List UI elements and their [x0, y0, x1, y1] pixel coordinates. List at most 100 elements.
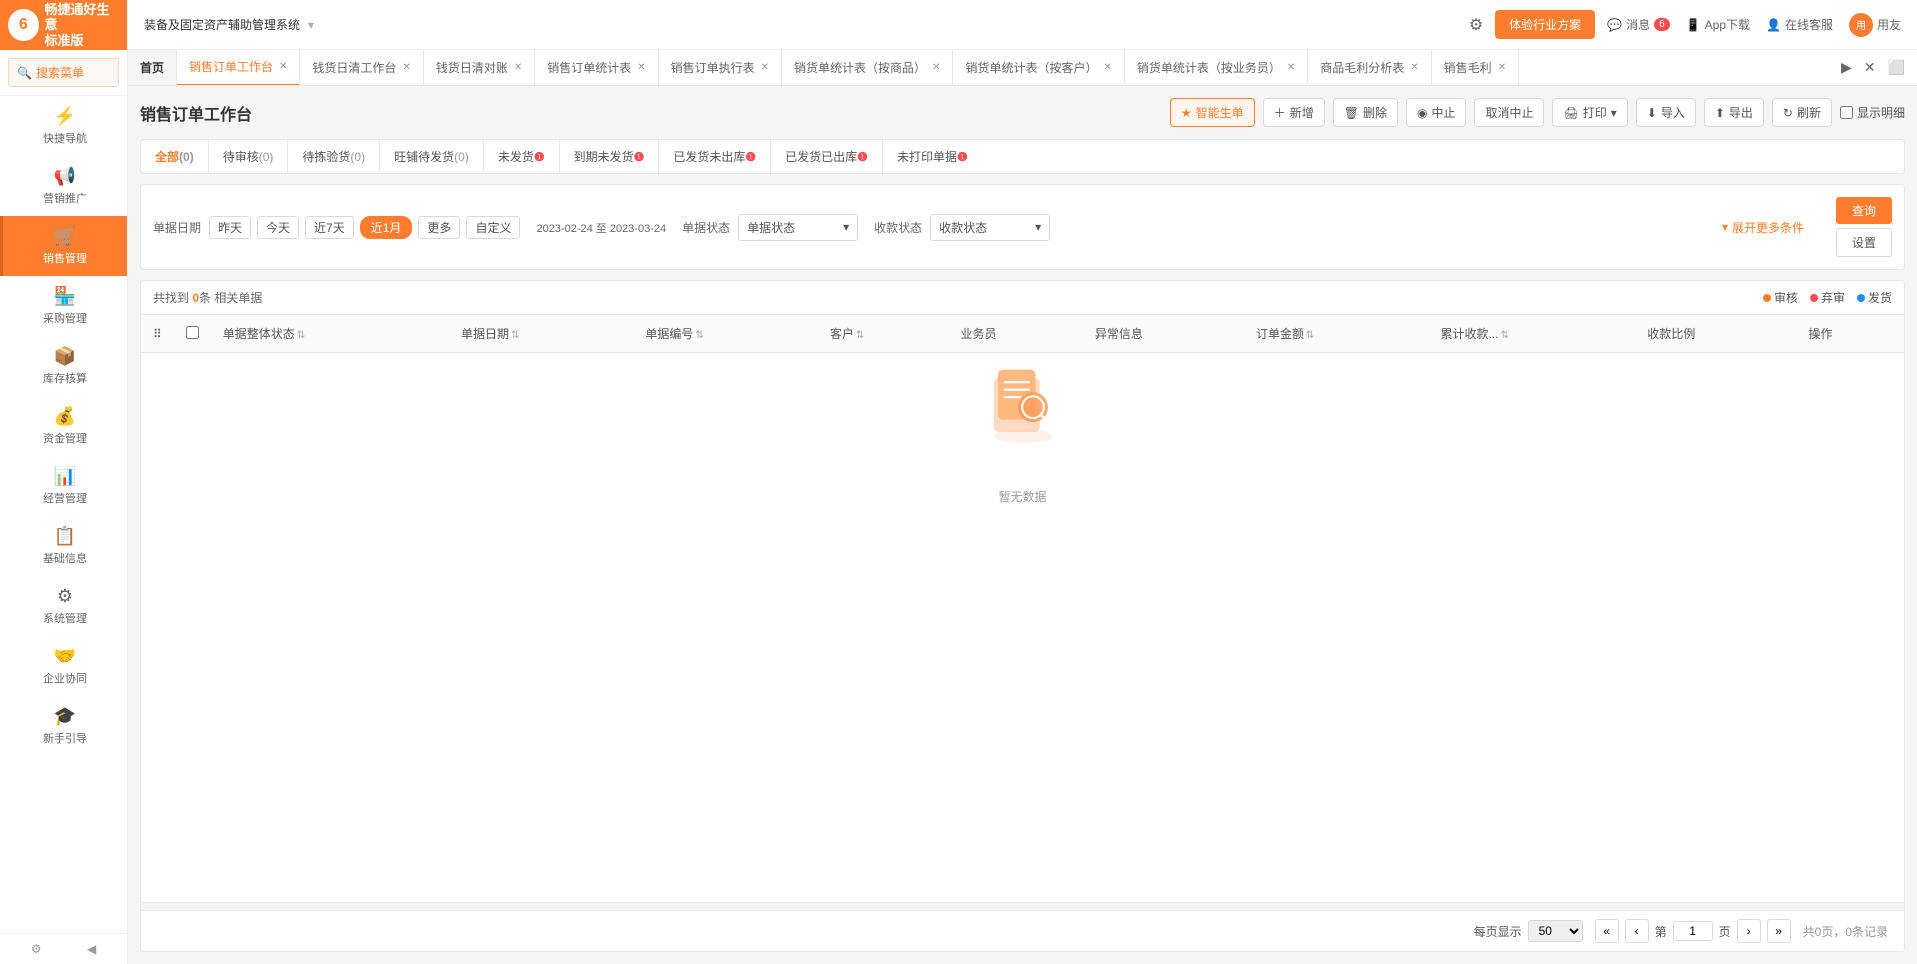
tab-product-margin[interactable]: 商品毛利分析表 ✕ [1308, 50, 1431, 86]
setting-button[interactable]: 设置 [1836, 228, 1892, 257]
tab-sales-by-staff[interactable]: 销货单统计表（按业务员） ✕ [1125, 50, 1308, 86]
cancel-review-op[interactable]: 弃审 [1810, 289, 1845, 306]
tab-cash-reconcile[interactable]: 钱货日清对账 ✕ [424, 50, 535, 86]
sidebar-item-quick-nav[interactable]: ⚡ 快捷导航 [0, 96, 127, 156]
app-download-item[interactable]: 📱 App下载 [1686, 16, 1750, 33]
col-collected[interactable]: 累计收款...⇅ [1428, 315, 1635, 353]
col-staff[interactable]: 业务员 [949, 315, 1083, 353]
sub-tab-overdue[interactable]: 到期未发货❶ [560, 140, 660, 173]
close-tab-cash-reconcile[interactable]: ✕ [514, 62, 522, 73]
export-button[interactable]: ⬆ 导出 [1704, 98, 1764, 127]
tab-sales-stat[interactable]: 销售订单统计表 ✕ [535, 50, 658, 86]
sidebar-item-marketing[interactable]: 📢 营销推广 [0, 156, 127, 216]
sidebar-item-inventory[interactable]: 📦 库存核算 [0, 336, 127, 396]
sub-tab-not-printed[interactable]: 未打印单据❶ [883, 140, 982, 173]
export-icon: ⬆ [1715, 106, 1725, 120]
sub-tab-pending-inspect[interactable]: 待拣验货(0) [288, 140, 380, 173]
settings-icon[interactable]: ⚙ [31, 942, 42, 956]
import-icon: ⬇ [1647, 106, 1657, 120]
tab-sales-workbench[interactable]: 销售订单工作台 ✕ [177, 50, 300, 86]
sidebar-item-finance[interactable]: 💰 资金管理 [0, 396, 127, 456]
header-dropdown-icon[interactable]: ▾ [308, 18, 314, 32]
payment-select[interactable]: 收款状态 ▾ [930, 214, 1050, 241]
col-amount[interactable]: 订单金额⇅ [1244, 315, 1428, 353]
sub-tab-all[interactable]: 全部(0) [141, 140, 209, 173]
online-service-item[interactable]: 👤 在线客服 [1766, 16, 1833, 33]
user-item[interactable]: 用 用友 [1849, 13, 1901, 37]
first-page-btn[interactable]: « [1595, 919, 1619, 943]
prev-page-btn[interactable]: ‹ [1625, 919, 1649, 943]
tab-sales-by-customer[interactable]: 销货单统计表（按客户） ✕ [953, 50, 1124, 86]
tabs-scroll-right[interactable]: ▶ [1837, 57, 1856, 78]
refresh-button[interactable]: ↻ 刷新 [1772, 98, 1832, 127]
smart-create-button[interactable]: ★ 智能生单 [1170, 98, 1255, 127]
date-btn-custom[interactable]: 自定义 [466, 216, 520, 239]
date-btn-1month[interactable]: 近1月 [360, 216, 413, 239]
select-all-checkbox[interactable] [186, 326, 199, 339]
delete-button[interactable]: 🗑 删除 [1333, 98, 1398, 127]
horizontal-scrollbar[interactable] [141, 902, 1904, 910]
query-button[interactable]: 查询 [1836, 197, 1892, 224]
message-item[interactable]: 💬 消息 6 [1607, 16, 1670, 33]
col-date[interactable]: 单据日期⇅ [449, 315, 633, 353]
date-btn-more[interactable]: 更多 [418, 216, 460, 239]
print-button[interactable]: 🖨 打印 ▾ [1552, 98, 1627, 127]
close-tab-cash-daily[interactable]: ✕ [402, 62, 410, 73]
tab-home[interactable]: 首页 [128, 50, 177, 86]
page-size-select[interactable]: 10 20 50 100 [1528, 920, 1583, 942]
sidebar-item-purchase[interactable]: 🏪 采购管理 [0, 276, 127, 336]
show-detail-input[interactable] [1840, 106, 1853, 119]
tabs-maximize[interactable]: ⬜ [1884, 57, 1909, 78]
sub-tab-wangpu[interactable]: 旺铺待发货(0) [380, 140, 484, 173]
tab-sales-more[interactable]: 销售毛利 ✕ [1432, 50, 1519, 86]
sidebar-search-area: 🔍 搜索菜单 [0, 50, 127, 96]
sub-tab-pending-review[interactable]: 待审核(0) [209, 140, 289, 173]
expand-filter-button[interactable]: ▾ 展开更多条件 [1722, 219, 1804, 236]
tab-cash-daily[interactable]: 钱货日清工作台 ✕ [300, 50, 423, 86]
page-actions: ★ 智能生单 ＋ 新增 🗑 删除 ◉ 中止 取消中止 [1170, 98, 1905, 127]
date-btn-7days[interactable]: 近7天 [305, 216, 354, 239]
col-status[interactable]: 单据整体状态⇅ [211, 315, 449, 353]
sub-tab-not-shipped[interactable]: 未发货❶ [484, 140, 560, 173]
header-gear-icon[interactable]: ⚙ [1469, 15, 1483, 35]
close-tab-by-staff[interactable]: ✕ [1287, 62, 1295, 73]
cancel-stop-button[interactable]: 取消中止 [1474, 98, 1544, 127]
status-select[interactable]: 单据状态 ▾ [738, 214, 858, 241]
col-number[interactable]: 单据编号⇅ [633, 315, 817, 353]
ship-op[interactable]: 发货 [1857, 289, 1892, 306]
sub-tab-shipped-not-out[interactable]: 已发货未出库❶ [659, 140, 771, 173]
date-btn-today[interactable]: 今天 [257, 216, 299, 239]
close-tab-by-product[interactable]: ✕ [932, 62, 940, 73]
sidebar-item-operations[interactable]: 📊 经营管理 [0, 456, 127, 516]
date-btn-yesterday[interactable]: 昨天 [209, 216, 251, 239]
search-menu-button[interactable]: 🔍 搜索菜单 [8, 58, 119, 87]
sidebar-item-guide[interactable]: 🎓 新手引导 [0, 696, 127, 756]
close-tab-margin[interactable]: ✕ [1410, 62, 1418, 73]
tab-sales-by-product[interactable]: 销货单统计表（按商品） ✕ [782, 50, 953, 86]
show-detail-checkbox[interactable]: 显示明细 [1840, 104, 1905, 121]
sidebar-item-enterprise[interactable]: 🤝 企业协同 [0, 636, 127, 696]
sub-tab-shipped-out[interactable]: 已发货已出库❶ [771, 140, 883, 173]
sidebar-item-basic-info[interactable]: 📋 基础信息 [0, 516, 127, 576]
add-button[interactable]: ＋ 新增 [1263, 98, 1325, 127]
sort-date: ⇅ [511, 330, 519, 341]
col-customer[interactable]: 客户⇅ [818, 315, 949, 353]
next-page-btn[interactable]: › [1737, 919, 1761, 943]
import-button[interactable]: ⬇ 导入 [1636, 98, 1696, 127]
page-number-input[interactable] [1673, 921, 1713, 941]
stop-button[interactable]: ◉ 中止 [1406, 98, 1467, 127]
close-tab-sales-stat[interactable]: ✕ [637, 62, 645, 73]
review-op[interactable]: 审核 [1763, 289, 1798, 306]
select-all-col[interactable] [174, 315, 211, 353]
tab-sales-exec[interactable]: 销售订单执行表 ✕ [659, 50, 782, 86]
close-tab-more[interactable]: ✕ [1498, 62, 1506, 73]
last-page-btn[interactable]: » [1767, 919, 1791, 943]
tabs-close-all[interactable]: ✕ [1860, 57, 1880, 78]
sidebar-item-sales[interactable]: 🛒 销售管理 [0, 216, 127, 276]
close-tab-sales-exec[interactable]: ✕ [761, 62, 769, 73]
close-tab-by-customer[interactable]: ✕ [1103, 62, 1111, 73]
collapse-icon[interactable]: ◀ [87, 942, 96, 956]
close-tab-sales-workbench[interactable]: ✕ [279, 61, 287, 72]
industry-btn[interactable]: 体验行业方案 [1495, 10, 1595, 39]
sidebar-item-system[interactable]: ⚙ 系统管理 [0, 576, 127, 636]
